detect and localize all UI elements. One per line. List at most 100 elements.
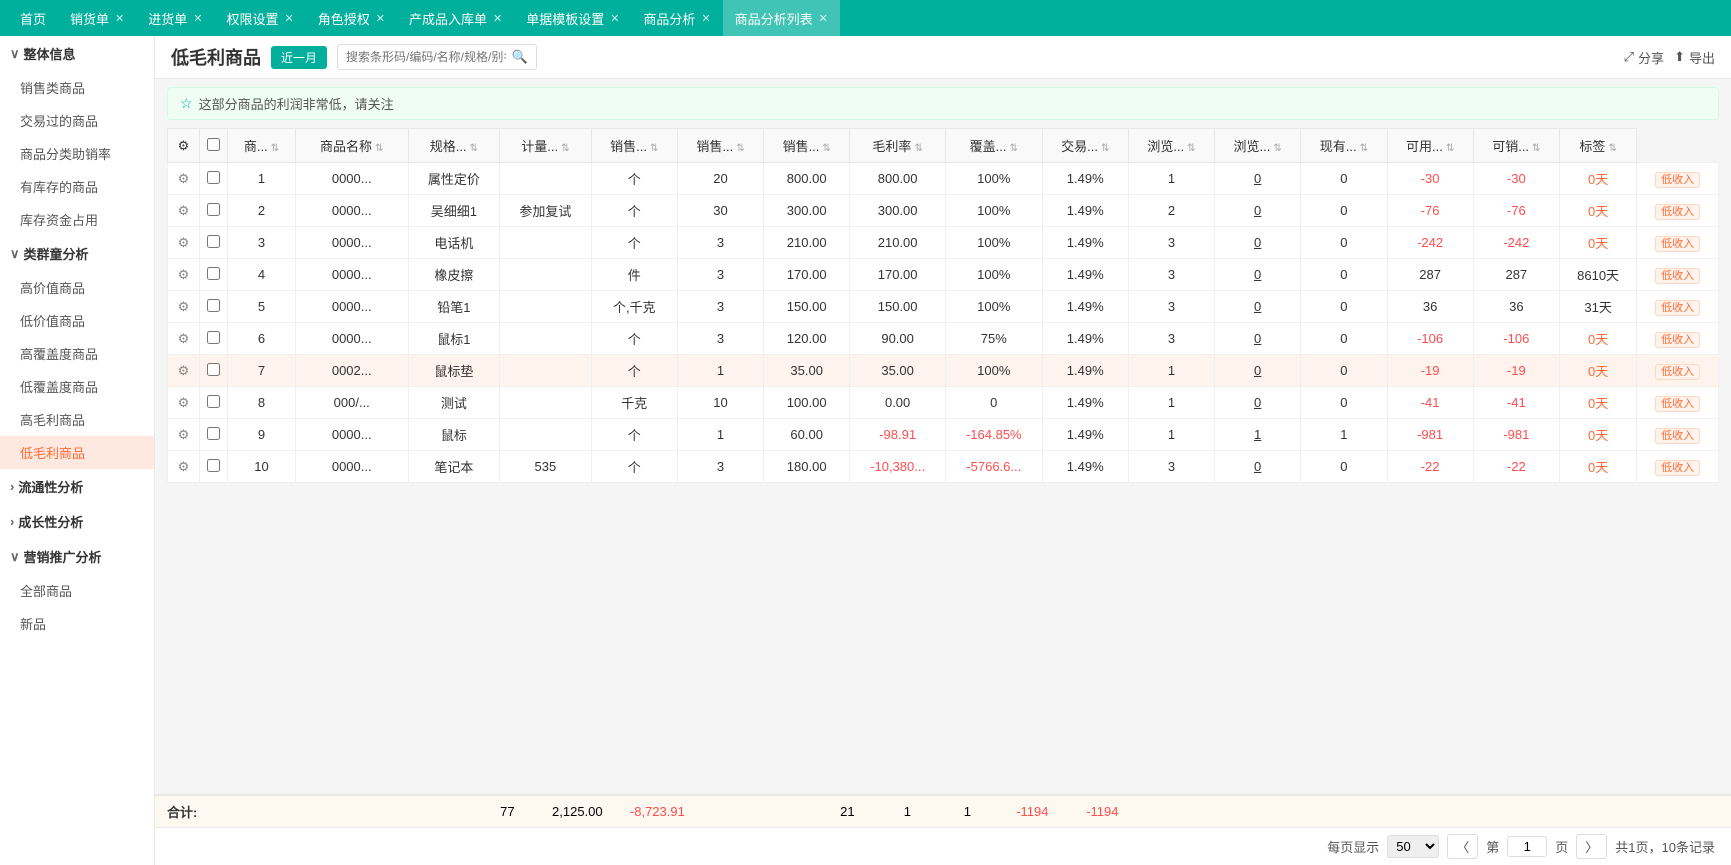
row-checkbox[interactable]: [200, 451, 228, 483]
row-gear[interactable]: ⚙: [168, 195, 200, 227]
row-checkbox[interactable]: [200, 323, 228, 355]
th-name[interactable]: 商品名称⇅: [295, 129, 408, 163]
row-checkbox[interactable]: [200, 163, 228, 195]
nav-analysis-list-close[interactable]: ✕: [819, 12, 828, 25]
th-sellable[interactable]: 可销...⇅: [1473, 129, 1559, 163]
nav-sales[interactable]: 销货单 ✕: [58, 0, 136, 36]
row-checkbox[interactable]: [200, 355, 228, 387]
sidebar-item-low-value[interactable]: 低价值商品: [0, 304, 154, 337]
row-view1[interactable]: 0: [1215, 259, 1301, 291]
th-trade[interactable]: 交易...⇅: [1042, 129, 1128, 163]
row-gear[interactable]: ⚙: [168, 419, 200, 451]
nav-purchase[interactable]: 进货单 ✕: [136, 0, 214, 36]
row-checkbox[interactable]: [200, 291, 228, 323]
nav-role[interactable]: 角色授权 ✕: [306, 0, 397, 36]
row-coverage: 1.49%: [1042, 259, 1128, 291]
nav-role-close[interactable]: ✕: [376, 12, 385, 25]
row-view1[interactable]: 0: [1215, 291, 1301, 323]
row-view1[interactable]: 0: [1215, 387, 1301, 419]
row-trade: 1: [1128, 163, 1214, 195]
th-spec[interactable]: 规格...⇅: [408, 129, 500, 163]
nav-permissions[interactable]: 权限设置 ✕: [214, 0, 305, 36]
nav-template[interactable]: 单据模板设置 ✕: [514, 0, 631, 36]
row-gear[interactable]: ⚙: [168, 451, 200, 483]
row-checkbox[interactable]: [200, 195, 228, 227]
row-gear[interactable]: ⚙: [168, 387, 200, 419]
nav-permissions-close[interactable]: ✕: [285, 12, 294, 25]
th-code[interactable]: 商...⇅: [228, 129, 296, 163]
row-sales-profit: -98.91: [850, 419, 946, 451]
nav-sales-close[interactable]: ✕: [115, 12, 124, 25]
sidebar-item-low-margin[interactable]: 低毛利商品: [0, 436, 154, 469]
search-box[interactable]: 🔍: [337, 44, 537, 70]
sidebar-item-low-coverage[interactable]: 低覆盖度商品: [0, 370, 154, 403]
page-number-input[interactable]: [1507, 836, 1547, 857]
row-gear[interactable]: ⚙: [168, 259, 200, 291]
sidebar-group-cluster[interactable]: ∨ 类群童分析: [0, 236, 154, 271]
sidebar-group-liquidity[interactable]: › 流通性分析: [0, 469, 154, 504]
search-input[interactable]: [346, 50, 506, 64]
nav-analysis-list[interactable]: 商品分析列表 ✕: [723, 0, 840, 36]
prev-page-button[interactable]: 〈: [1447, 834, 1478, 859]
per-page-select[interactable]: 50 20 100: [1387, 835, 1439, 858]
th-sales-qty[interactable]: 销售...⇅: [591, 129, 677, 163]
row-sales-profit: -10,380...: [850, 451, 946, 483]
nav-template-close[interactable]: ✕: [610, 12, 619, 25]
row-gear[interactable]: ⚙: [168, 291, 200, 323]
th-sales-amount[interactable]: 销售...⇅: [677, 129, 763, 163]
sidebar-item-stock-capital[interactable]: 库存资金占用: [0, 203, 154, 236]
sidebar-group-marketing[interactable]: ∨ 营销推广分析: [0, 539, 154, 574]
sidebar-item-stock-goods[interactable]: 有库存的商品: [0, 170, 154, 203]
row-view1[interactable]: 0: [1215, 323, 1301, 355]
date-filter-button[interactable]: 近一月: [271, 46, 327, 69]
nav-home[interactable]: 首页: [8, 0, 58, 36]
row-gear[interactable]: ⚙: [168, 227, 200, 259]
th-gear[interactable]: ⚙: [168, 129, 200, 163]
row-view1[interactable]: 0: [1215, 451, 1301, 483]
table-footer: 合计: 77 2,125.00 -8,723.91 21 1 1 -1194: [155, 794, 1731, 827]
row-gear[interactable]: ⚙: [168, 323, 200, 355]
th-view2[interactable]: 浏览...⇅: [1215, 129, 1301, 163]
th-unit[interactable]: 计量...⇅: [500, 129, 592, 163]
th-view1[interactable]: 浏览...⇅: [1128, 129, 1214, 163]
select-all-checkbox[interactable]: [207, 138, 220, 151]
nav-purchase-close[interactable]: ✕: [193, 12, 202, 25]
row-view1[interactable]: 0: [1215, 163, 1301, 195]
th-coverage[interactable]: 覆盖...⇅: [945, 129, 1042, 163]
sidebar-item-new-goods[interactable]: 新品: [0, 607, 154, 640]
row-checkbox[interactable]: [200, 419, 228, 451]
row-available: -981: [1473, 419, 1559, 451]
sidebar-item-sales-goods[interactable]: 销售类商品: [0, 71, 154, 104]
nav-analysis[interactable]: 商品分析 ✕: [631, 0, 722, 36]
sidebar-group-overview[interactable]: ∨ 整体信息: [0, 36, 154, 71]
th-available[interactable]: 可用...⇅: [1387, 129, 1473, 163]
sidebar-item-high-value[interactable]: 高价值商品: [0, 271, 154, 304]
row-view1[interactable]: 1: [1215, 419, 1301, 451]
row-checkbox[interactable]: [200, 259, 228, 291]
th-current-stock[interactable]: 现有...⇅: [1301, 129, 1387, 163]
row-gear[interactable]: ⚙: [168, 163, 200, 195]
row-checkbox[interactable]: [200, 227, 228, 259]
row-checkbox[interactable]: [200, 387, 228, 419]
row-view1[interactable]: 0: [1215, 227, 1301, 259]
th-sales-profit[interactable]: 销售...⇅: [764, 129, 850, 163]
sidebar-group-growth[interactable]: › 成长性分析: [0, 504, 154, 539]
next-page-button[interactable]: 〉: [1576, 834, 1607, 859]
row-view1[interactable]: 0: [1215, 355, 1301, 387]
nav-product-in[interactable]: 产成品入库单 ✕: [397, 0, 514, 36]
sidebar-item-traded-goods[interactable]: 交易过的商品: [0, 104, 154, 137]
th-tag[interactable]: 标签⇅: [1559, 129, 1636, 163]
th-checkbox[interactable]: [200, 129, 228, 163]
row-view1[interactable]: 0: [1215, 195, 1301, 227]
export-button[interactable]: ⬆ 导出: [1674, 48, 1715, 67]
sidebar-item-high-coverage[interactable]: 高覆盖度商品: [0, 337, 154, 370]
sidebar-item-category-rate[interactable]: 商品分类助销率: [0, 137, 154, 170]
nav-analysis-close[interactable]: ✕: [701, 12, 710, 25]
row-gear[interactable]: ⚙: [168, 355, 200, 387]
row-current-stock: -981: [1387, 419, 1473, 451]
sidebar-item-high-margin[interactable]: 高毛利商品: [0, 403, 154, 436]
th-margin[interactable]: 毛利率⇅: [850, 129, 946, 163]
sidebar-item-all-goods[interactable]: 全部商品: [0, 574, 154, 607]
nav-product-in-close[interactable]: ✕: [493, 12, 502, 25]
share-button[interactable]: ⤢ 分享: [1624, 48, 1664, 67]
